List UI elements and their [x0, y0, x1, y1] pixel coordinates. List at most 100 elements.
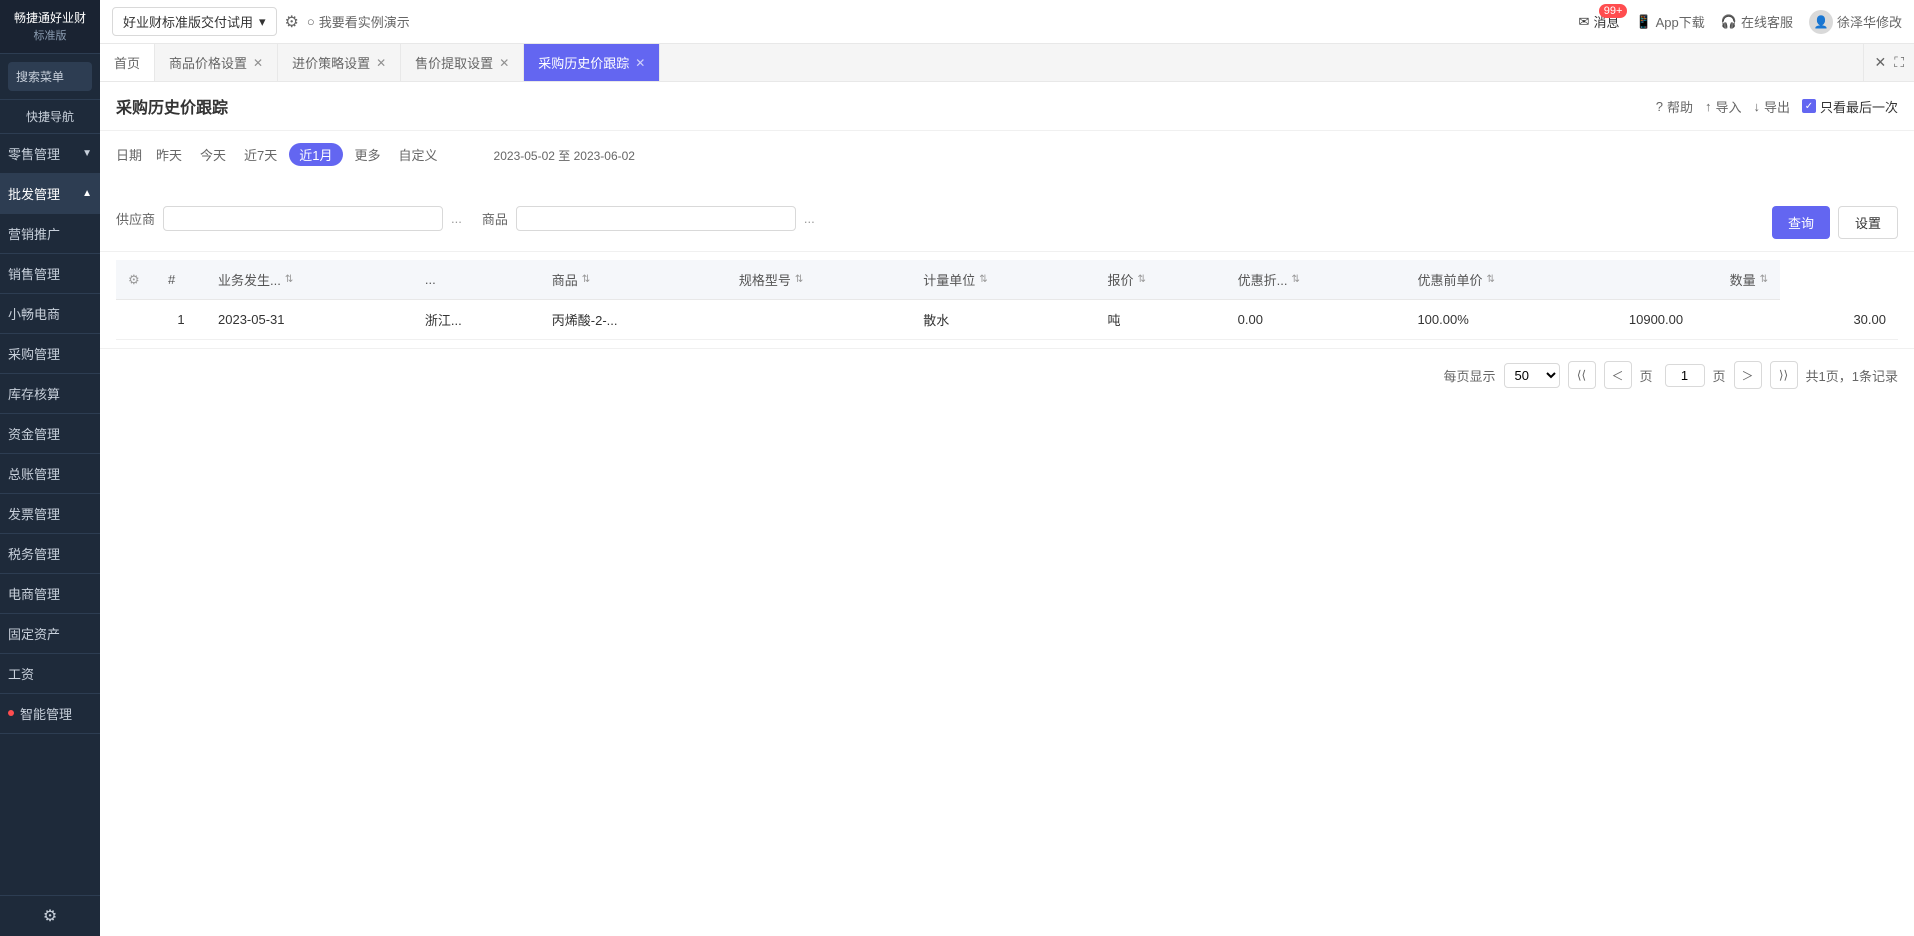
page-word-label: 页 — [1640, 366, 1653, 385]
app-download-button[interactable]: 📱 App下载 — [1635, 12, 1704, 31]
sidebar-item-wholesale[interactable]: 批发管理 ▲ — [0, 174, 100, 214]
sort-unit[interactable]: 计量单位 ⇅ — [923, 270, 987, 289]
page-number-input[interactable] — [1665, 364, 1705, 387]
tab-price-label: 商品价格设置 — [169, 53, 247, 72]
tab-purchase-strategy[interactable]: 进价策略设置 ✕ — [278, 44, 401, 82]
tab-price-settings[interactable]: 商品价格设置 ✕ — [155, 44, 278, 82]
quick-nav-button[interactable]: 快捷导航 — [0, 100, 100, 134]
table-col-discount: 优惠折... ⇅ — [1226, 260, 1406, 300]
tab-purchase-history[interactable]: 采购历史价跟踪 ✕ — [524, 44, 660, 82]
sidebar-item-smart[interactable]: 智能管理 — [0, 694, 100, 734]
minimize-icon[interactable]: ✕ — [1874, 54, 1886, 71]
sort-goods[interactable]: 商品 ⇅ — [552, 270, 590, 289]
row-original-price-cell: 10900.00 — [1617, 300, 1780, 340]
supplier-more-icon[interactable]: ... — [451, 211, 462, 226]
sort-original-price[interactable]: 优惠前单价 ⇅ — [1417, 270, 1494, 289]
row-spec-cell — [727, 300, 911, 340]
sort-discount[interactable]: 优惠折... ⇅ — [1238, 270, 1300, 289]
sort-quantity[interactable]: 数量 ⇅ — [1730, 270, 1768, 289]
sidebar-item-ecommerce-small[interactable]: 小畅电商 — [0, 294, 100, 334]
message-button[interactable]: ✉ 消息 99+ — [1579, 12, 1620, 31]
col-spec-label: 规格型号 — [739, 270, 791, 289]
tab-sale-price-label: 售价提取设置 — [415, 53, 493, 72]
import-button[interactable]: ↑ 导入 — [1705, 97, 1742, 116]
sidebar-item-assets[interactable]: 固定资产 — [0, 614, 100, 654]
row-quantity-cell: 30.00 — [1780, 300, 1898, 340]
export-button[interactable]: ↓ 导出 — [1753, 97, 1790, 116]
sidebar-item-tax[interactable]: 税务管理 — [0, 534, 100, 574]
sidebar-item-inventory[interactable]: 库存核算 — [0, 374, 100, 414]
filter-actions: 查询 设置 — [1772, 206, 1898, 239]
settings-icon[interactable]: ⚙ — [43, 908, 57, 925]
date-custom-btn[interactable]: 自定义 — [393, 143, 444, 166]
sidebar-footer: ⚙ — [0, 895, 100, 936]
goods-more-icon[interactable]: ... — [804, 211, 815, 226]
table-col-date: 业务发生... ⇅ — [206, 260, 413, 300]
sort-icon: ⇅ — [1486, 274, 1494, 285]
import-label: 导入 — [1715, 97, 1741, 116]
column-settings-icon[interactable]: ⚙ — [128, 272, 140, 287]
tab-sale-price[interactable]: 售价提取设置 ✕ — [401, 44, 524, 82]
col-unit-label: 计量单位 — [923, 270, 975, 289]
demo-button[interactable]: ○ 我要看实例演示 — [307, 12, 410, 31]
smart-dot-icon — [8, 710, 14, 716]
sort-price[interactable]: 报价 ⇅ — [1108, 270, 1146, 289]
next-page-button[interactable]: ＞ — [1734, 361, 1762, 389]
sidebar-item-retail[interactable]: 零售管理 ▼ — [0, 134, 100, 174]
row-supplier: 浙江... — [425, 313, 462, 328]
page-header: 采购历史价跟踪 ? 帮助 ↑ 导入 ↓ 导出 ✓ 只看最后一次 — [100, 82, 1914, 131]
topbar-settings-icon[interactable]: ⚙ — [285, 12, 299, 32]
date-filter-group: 日期 昨天 今天 近7天 近1月 更多 自定义 — [116, 143, 444, 166]
date-7days-btn[interactable]: 近7天 — [238, 143, 283, 166]
only-last-checkbox[interactable]: ✓ 只看最后一次 — [1802, 97, 1898, 116]
supplier-input[interactable] — [163, 206, 443, 231]
per-page-select[interactable]: 10 20 50 100 — [1504, 363, 1560, 388]
maximize-icon[interactable]: ⛶ — [1894, 54, 1904, 71]
page-unit-label: 页 — [1713, 366, 1726, 385]
date-more-btn[interactable]: 更多 — [349, 143, 387, 166]
sidebar-item-invoice[interactable]: 发票管理 — [0, 494, 100, 534]
sidebar-item-marketing[interactable]: 营销推广 — [0, 214, 100, 254]
per-page-label: 每页显示 — [1443, 366, 1495, 385]
sort-icon: ⇅ — [795, 274, 803, 285]
first-page-button[interactable]: ⟨⟨ — [1568, 361, 1596, 389]
table-col-gear: ⚙ — [116, 260, 156, 300]
query-button[interactable]: 查询 — [1772, 206, 1830, 239]
sidebar-item-payroll[interactable]: 工资 — [0, 654, 100, 694]
help-button[interactable]: ? 帮助 — [1656, 97, 1693, 116]
settings-button[interactable]: 设置 — [1838, 206, 1898, 239]
prev-page-button[interactable]: ＜ — [1604, 361, 1632, 389]
tab-home[interactable]: 首页 — [100, 44, 155, 82]
sidebar-item-sales[interactable]: 销售管理 — [0, 254, 100, 294]
table-col-original-price: 优惠前单价 ⇅ — [1405, 260, 1616, 300]
close-icon[interactable]: ✕ — [635, 56, 645, 70]
sidebar-item-purchase[interactable]: 采购管理 — [0, 334, 100, 374]
row-price-unit-cell: 吨 — [1096, 300, 1226, 340]
last-page-button[interactable]: ⟩⟩ — [1770, 361, 1798, 389]
search-menu-button[interactable]: 搜索菜单 — [8, 62, 92, 91]
demo-label: 我要看实例演示 — [319, 12, 410, 31]
date-yesterday-btn[interactable]: 昨天 — [150, 143, 188, 166]
sort-date[interactable]: 业务发生... ⇅ — [218, 270, 293, 289]
table-col-price: 报价 ⇅ — [1096, 260, 1226, 300]
table-container: ⚙ # 业务发生... ⇅ ... — [100, 260, 1914, 340]
date-today-btn[interactable]: 今天 — [194, 143, 232, 166]
sort-spec[interactable]: 规格型号 ⇅ — [739, 270, 803, 289]
username-label: 徐泽华修改 — [1837, 12, 1902, 31]
goods-input[interactable] — [516, 206, 796, 231]
date-1month-btn[interactable]: 近1月 — [289, 143, 342, 166]
date-options: 昨天 今天 近7天 近1月 更多 自定义 — [150, 143, 444, 166]
sidebar: 畅捷通好业财 标准版 搜索菜单 快捷导航 零售管理 ▼ 批发管理 ▲ 营销推广 … — [0, 0, 100, 936]
col-original-price-label: 优惠前单价 — [1417, 270, 1482, 289]
version-selector[interactable]: 好业财标准版交付试用 ▾ — [112, 7, 277, 36]
sidebar-item-ecommerce[interactable]: 电商管理 — [0, 574, 100, 614]
sidebar-item-general-ledger[interactable]: 总账管理 — [0, 454, 100, 494]
online-service-button[interactable]: 🎧 在线客服 — [1721, 12, 1793, 31]
close-icon[interactable]: ✕ — [253, 56, 263, 70]
sidebar-search-area: 搜索菜单 — [0, 54, 100, 100]
user-profile-button[interactable]: 👤 徐泽华修改 — [1809, 10, 1902, 34]
message-icon: ✉ — [1579, 14, 1590, 30]
close-icon[interactable]: ✕ — [376, 56, 386, 70]
close-icon[interactable]: ✕ — [499, 56, 509, 70]
sidebar-item-finance[interactable]: 资金管理 — [0, 414, 100, 454]
